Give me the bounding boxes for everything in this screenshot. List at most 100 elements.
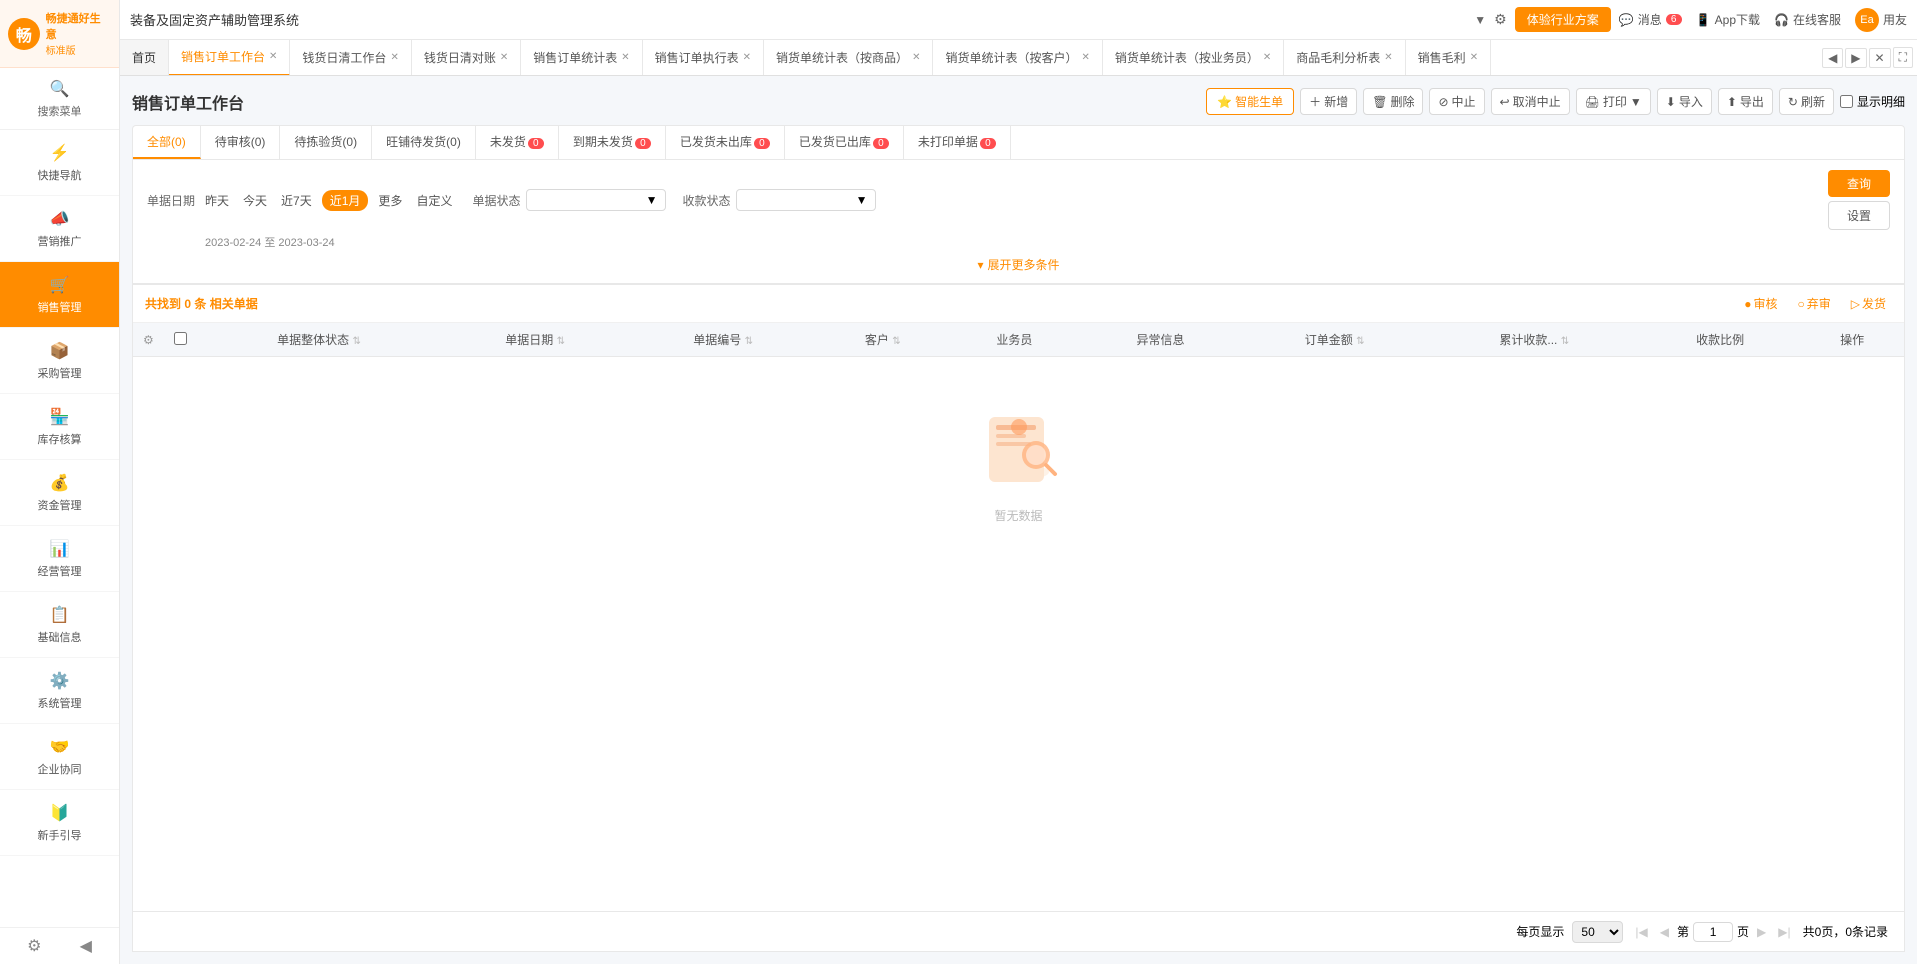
- query-btn[interactable]: 查询: [1828, 170, 1890, 197]
- cancel-stop-btn[interactable]: ↩ 取消中止: [1491, 88, 1570, 115]
- status-select[interactable]: ▼: [526, 189, 666, 211]
- date-option-1month[interactable]: 近1月: [322, 190, 369, 211]
- tab-sales-by-staff-close[interactable]: ✕: [1263, 52, 1271, 63]
- sidebar-item-management[interactable]: 📊 经营管理: [0, 526, 119, 592]
- filter-tab-all[interactable]: 全部(0): [133, 126, 201, 159]
- column-collected[interactable]: 累计收款... ⇅: [1429, 323, 1640, 357]
- sidebar-item-marketing[interactable]: 📣 营销推广: [0, 196, 119, 262]
- tab-sales-exec-close[interactable]: ✕: [743, 52, 751, 63]
- cancel-review-btn[interactable]: ○ 弃审: [1791, 293, 1836, 314]
- sidebar-item-guide[interactable]: 🔰 新手引导: [0, 790, 119, 856]
- message-btn[interactable]: 💬 消息 6: [1619, 11, 1682, 28]
- sidebar-item-finance[interactable]: 💰 资金管理: [0, 460, 119, 526]
- sidebar-item-purchase[interactable]: 📦 采购管理: [0, 328, 119, 394]
- delete-btn[interactable]: 🗑 删除: [1363, 88, 1423, 115]
- tab-next-btn[interactable]: ▶: [1845, 48, 1866, 68]
- tab-sales-profit-close[interactable]: ✕: [1470, 52, 1478, 63]
- filter-tab-not-shipped[interactable]: 未发货0: [476, 126, 559, 159]
- page-last-btn[interactable]: ▶|: [1774, 923, 1794, 941]
- export-btn[interactable]: ⬆ 导出: [1718, 88, 1773, 115]
- tab-prev-btn[interactable]: ◀: [1822, 48, 1843, 68]
- industry-btn[interactable]: 体验行业方案: [1515, 7, 1611, 32]
- sidebar-item-enterprise[interactable]: 🤝 企业协同: [0, 724, 119, 790]
- column-amount[interactable]: 订单金额 ⇅: [1241, 323, 1429, 357]
- sidebar-item-search[interactable]: 🔍 搜索菜单: [0, 68, 119, 130]
- service-btn[interactable]: 🎧 在线客服: [1774, 11, 1841, 28]
- ship-btn[interactable]: ▷ 发货: [1845, 293, 1892, 314]
- sidebar-item-sales[interactable]: 🛒 销售管理: [0, 262, 119, 328]
- filter-tab-not-printed[interactable]: 未打印单据0: [904, 126, 1011, 159]
- column-number[interactable]: 单据编号 ⇅: [629, 323, 817, 357]
- tab-sales-by-customer-close[interactable]: ✕: [1081, 52, 1089, 63]
- tab-sales-stats[interactable]: 销售订单统计表 ✕: [521, 40, 642, 76]
- column-checkbox[interactable]: [164, 323, 197, 357]
- stop-btn[interactable]: ⊘ 中止: [1429, 88, 1484, 115]
- filter-tab-pending-check[interactable]: 待拣验货(0): [280, 126, 372, 159]
- page-input[interactable]: [1693, 922, 1733, 942]
- select-all-checkbox[interactable]: [174, 332, 187, 345]
- system-icon: ⚙️: [49, 670, 71, 692]
- filter-tab-wangpu[interactable]: 旺铺待发货(0): [372, 126, 476, 159]
- column-settings[interactable]: ⚙: [133, 323, 164, 357]
- user-area[interactable]: Ea 用友: [1855, 8, 1907, 32]
- date-option-more[interactable]: 更多: [374, 190, 406, 211]
- set-btn[interactable]: 设置: [1828, 201, 1890, 230]
- tab-sales-by-product[interactable]: 销货单统计表（按商品） ✕: [764, 40, 933, 76]
- page-next-btn[interactable]: ▶: [1753, 923, 1770, 941]
- show-detail-input[interactable]: [1840, 95, 1853, 108]
- date-option-yesterday[interactable]: 昨天: [201, 190, 233, 211]
- filter-tab-pending[interactable]: 待审核(0): [201, 126, 281, 159]
- print-btn[interactable]: 🖨 打印 ▼: [1576, 88, 1651, 115]
- page-size-select[interactable]: 20 50 100: [1572, 921, 1623, 943]
- tab-sales-workbench[interactable]: 销售订单工作台 ✕: [169, 40, 290, 76]
- date-option-7days[interactable]: 近7天: [277, 190, 316, 211]
- column-status[interactable]: 单据整体状态 ⇅: [197, 323, 441, 357]
- refresh-btn[interactable]: ↻ 刷新: [1779, 88, 1834, 115]
- tab-cash-reconcile-close[interactable]: ✕: [500, 52, 508, 63]
- tab-close-all-btn[interactable]: ✕: [1869, 48, 1891, 68]
- tab-cash-clear[interactable]: 钱货日清工作台 ✕: [290, 40, 411, 76]
- expand-btn[interactable]: ▾ 展开更多条件: [977, 256, 1059, 273]
- filter-tab-shipped-out[interactable]: 已发货已出库0: [785, 126, 904, 159]
- topbar-gear-icon[interactable]: ⚙: [1494, 11, 1507, 28]
- tab-sales-workbench-close[interactable]: ✕: [269, 51, 277, 62]
- tab-sales-profit[interactable]: 销售毛利 ✕: [1406, 40, 1491, 76]
- tab-cash-clear-close[interactable]: ✕: [390, 52, 398, 63]
- sidebar-item-system[interactable]: ⚙️ 系统管理: [0, 658, 119, 724]
- tab-expand-btn[interactable]: ⛶: [1893, 47, 1913, 68]
- app-download-btn[interactable]: 📱 App下载: [1696, 11, 1760, 28]
- sidebar-item-inventory[interactable]: 🏪 库存核算: [0, 394, 119, 460]
- filter-tab-expired[interactable]: 到期未发货0: [559, 126, 666, 159]
- page-first-btn[interactable]: |◀: [1631, 923, 1651, 941]
- import-btn[interactable]: ⬇ 导入: [1657, 88, 1712, 115]
- tab-cash-reconcile[interactable]: 钱货日清对账 ✕: [412, 40, 521, 76]
- topbar-dropdown[interactable]: ▼: [1474, 13, 1486, 27]
- tab-sales-by-product-close[interactable]: ✕: [912, 52, 920, 63]
- payment-select[interactable]: ▼: [736, 189, 876, 211]
- date-option-today[interactable]: 今天: [239, 190, 271, 211]
- page-prev-btn[interactable]: ◀: [1656, 923, 1673, 941]
- column-date[interactable]: 单据日期 ⇅: [441, 323, 629, 357]
- settings-icon[interactable]: ⚙: [27, 936, 41, 956]
- message-icon: 💬: [1619, 13, 1634, 27]
- collapse-icon[interactable]: ◀: [80, 936, 92, 956]
- tab-sales-stats-close[interactable]: ✕: [621, 52, 629, 63]
- empty-text: 暂无数据: [994, 507, 1042, 524]
- sidebar-item-basic[interactable]: 📋 基础信息: [0, 592, 119, 658]
- date-option-custom[interactable]: 自定义: [412, 190, 456, 211]
- tab-gross-margin[interactable]: 商品毛利分析表 ✕: [1284, 40, 1405, 76]
- tab-sales-by-customer[interactable]: 销货单统计表（按客户） ✕: [933, 40, 1102, 76]
- tab-gross-margin-close[interactable]: ✕: [1384, 52, 1392, 63]
- filter-tab-shipped-not-out[interactable]: 已发货未出库0: [666, 126, 785, 159]
- column-customer[interactable]: 客户 ⇅: [817, 323, 948, 357]
- smart-create-btn[interactable]: ⭐ 智能生单: [1206, 88, 1294, 115]
- sidebar-basic-label: 基础信息: [38, 629, 82, 645]
- show-detail-checkbox[interactable]: 显示明细: [1840, 93, 1905, 110]
- tab-sales-exec[interactable]: 销售订单执行表 ✕: [643, 40, 764, 76]
- table-scroll[interactable]: ⚙ 单据整体状态 ⇅ 单据日期 ⇅ 单据编号: [133, 323, 1904, 911]
- review-btn[interactable]: ● 审核: [1738, 293, 1783, 314]
- tab-sales-by-staff[interactable]: 销货单统计表（按业务员） ✕: [1103, 40, 1284, 76]
- tab-home[interactable]: 首页: [120, 40, 169, 76]
- add-btn[interactable]: ＋ 新增: [1300, 88, 1357, 115]
- sidebar-item-shortcuts[interactable]: ⚡ 快捷导航: [0, 130, 119, 196]
